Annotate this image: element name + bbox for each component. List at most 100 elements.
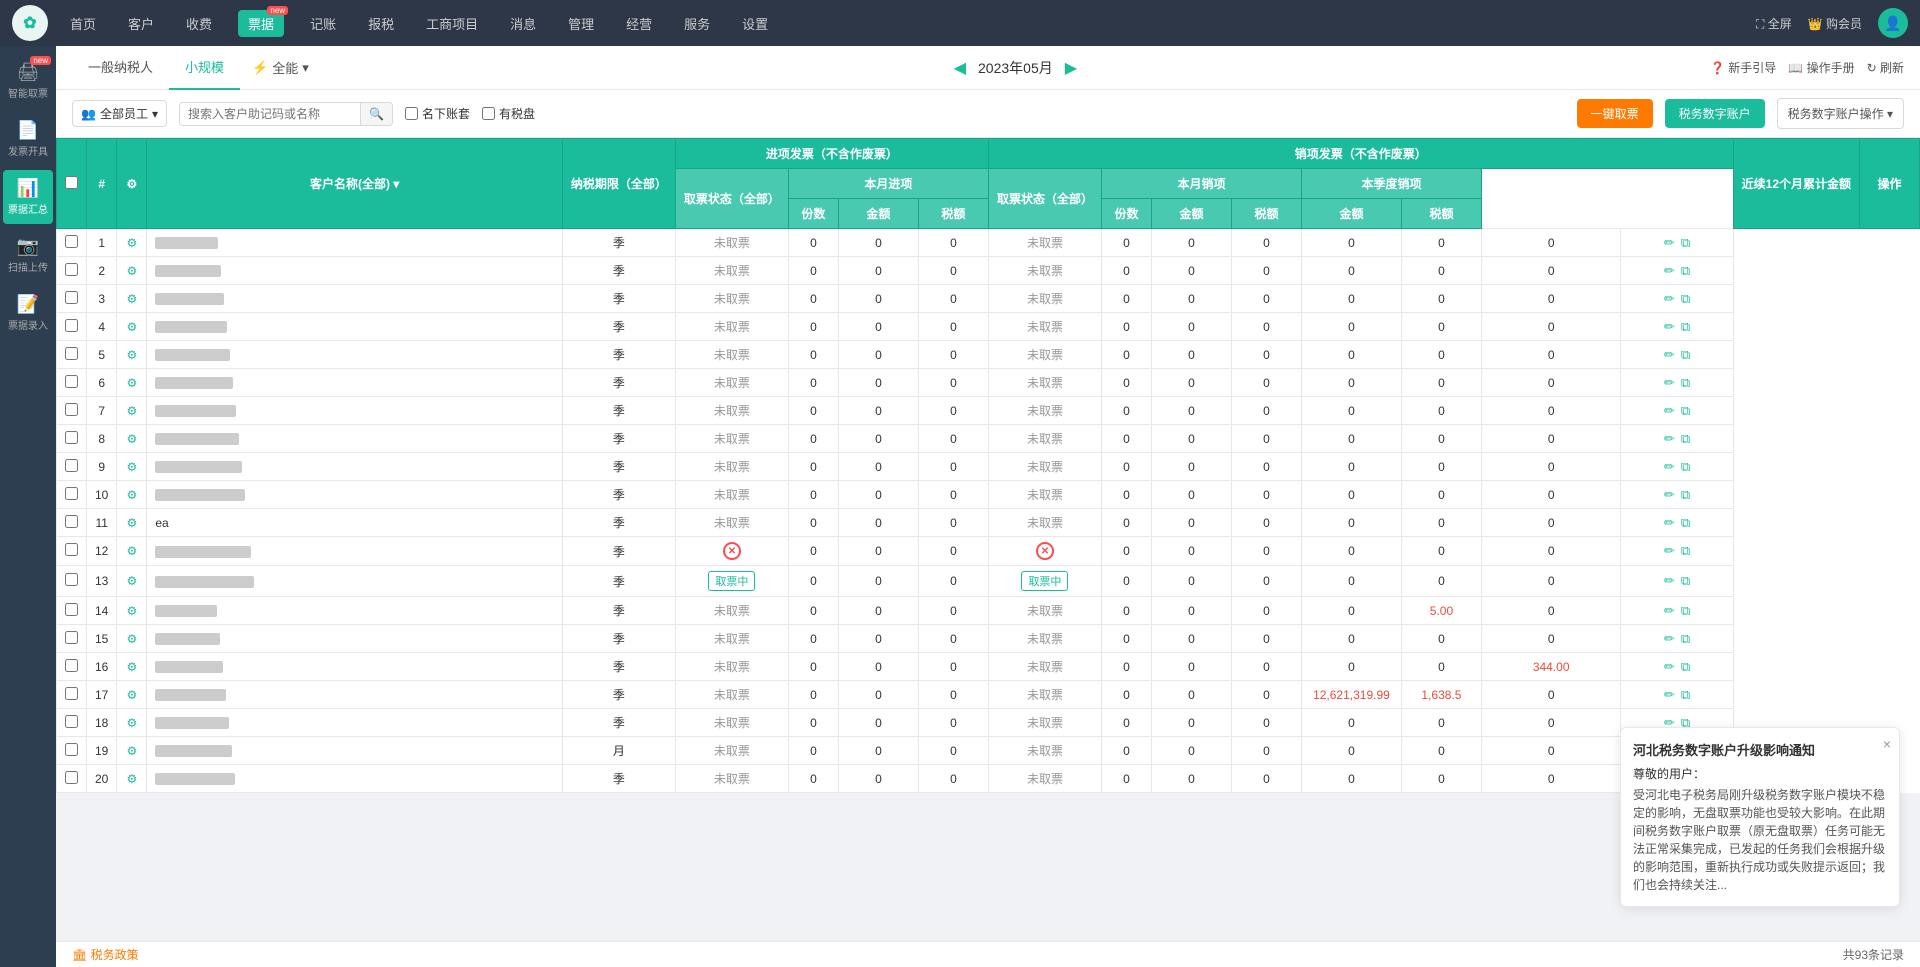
row-settings[interactable]: ⚙ [117,425,147,453]
row-out-status[interactable]: 未取票 [988,341,1101,369]
row-checkbox[interactable] [57,397,87,425]
sidebar-item-invoice-entry[interactable]: 📝 票据录入 [3,286,53,340]
copy-icon[interactable]: ⧉ [1681,631,1690,647]
nav-customer[interactable]: 客户 [122,10,160,37]
row-checkbox[interactable] [57,765,87,793]
nav-settings[interactable]: 设置 [736,10,774,37]
copy-icon[interactable]: ⧉ [1681,375,1690,391]
nav-invoice[interactable]: 票据 new [238,10,284,37]
fetch-invoice-btn[interactable]: 一键取票 [1577,99,1653,128]
row-in-status[interactable]: 未取票 [675,737,788,765]
nav-home[interactable]: 首页 [64,10,102,37]
row-in-status[interactable]: 未取票 [675,709,788,737]
row-checkbox[interactable] [57,653,87,681]
row-checkbox[interactable] [57,229,87,257]
row-out-status[interactable]: 未取票 [988,425,1101,453]
edit-icon[interactable]: ✏ [1664,515,1675,531]
row-settings[interactable]: ⚙ [117,257,147,285]
edit-icon[interactable]: ✏ [1664,375,1675,391]
sidebar-item-smart-invoice[interactable]: 🖨 智能取票 new [3,54,53,108]
row-in-status[interactable]: 未取票 [675,397,788,425]
manual-btn[interactable]: 📖 操作手册 [1788,59,1854,76]
row-settings[interactable]: ⚙ [117,737,147,765]
edit-icon[interactable]: ✏ [1664,459,1675,475]
edit-icon[interactable]: ✏ [1664,319,1675,335]
row-settings[interactable]: ⚙ [117,625,147,653]
row-in-status[interactable]: 未取票 [675,625,788,653]
checkbox-sub-account[interactable]: 名下账套 [405,105,470,122]
nav-business[interactable]: 工商项目 [420,10,484,37]
copy-icon[interactable]: ⧉ [1681,543,1690,559]
tab-small[interactable]: 小规模 [169,46,240,90]
edit-icon[interactable]: ✏ [1664,487,1675,503]
row-checkbox[interactable] [57,625,87,653]
row-out-status[interactable]: 未取票 [988,597,1101,625]
refresh-btn[interactable]: ↻ 刷新 [1867,59,1904,76]
row-checkbox[interactable] [57,481,87,509]
row-out-status[interactable]: 未取票 [988,313,1101,341]
select-all-checkbox[interactable] [65,176,78,189]
sales-fetch-status-header[interactable]: 取票状态（全部） [988,169,1101,229]
row-out-status[interactable]: 未取票 [988,397,1101,425]
row-in-status[interactable]: 未取票 [675,681,788,709]
row-in-status[interactable]: 未取票 [675,229,788,257]
edit-icon[interactable]: ✏ [1664,347,1675,363]
nav-message[interactable]: 消息 [504,10,542,37]
checkbox-tax-disk-input[interactable] [482,107,495,120]
employee-select[interactable]: 👥 全部员工 ▾ [72,100,167,127]
row-out-status[interactable]: 未取票 [988,257,1101,285]
row-checkbox[interactable] [57,425,87,453]
edit-icon[interactable]: ✏ [1664,659,1675,675]
copy-icon[interactable]: ⧉ [1681,403,1690,419]
row-in-status[interactable]: 未取票 [675,509,788,537]
copy-icon[interactable]: ⧉ [1681,263,1690,279]
row-settings[interactable]: ⚙ [117,653,147,681]
row-checkbox[interactable] [57,737,87,765]
row-out-status[interactable]: 未取票 [988,709,1101,737]
row-checkbox[interactable] [57,709,87,737]
search-button[interactable]: 🔍 [360,103,392,125]
row-in-status[interactable]: 未取票 [675,369,788,397]
row-settings[interactable]: ⚙ [117,285,147,313]
row-in-status[interactable]: 未取票 [675,425,788,453]
row-settings[interactable]: ⚙ [117,369,147,397]
copy-icon[interactable]: ⧉ [1681,347,1690,363]
copy-icon[interactable]: ⧉ [1681,659,1690,675]
col-name-header[interactable]: 客户名称(全部) ▾ [147,139,563,229]
row-out-status[interactable]: 未取票 [988,285,1101,313]
new-guide-btn[interactable]: ❓ 新手引导 [1710,59,1776,76]
sidebar-item-issue-invoice[interactable]: 📄 发票开具 [3,112,53,166]
row-settings[interactable]: ⚙ [117,313,147,341]
row-settings[interactable]: ⚙ [117,765,147,793]
row-out-status[interactable]: ✕ [988,537,1101,566]
tax-policy-link[interactable]: 🏛 税务政策 [72,946,139,963]
row-in-status[interactable]: 未取票 [675,597,788,625]
notification-close-btn[interactable]: × [1883,736,1891,752]
row-checkbox[interactable] [57,537,87,566]
row-out-status[interactable]: 取票中 [988,566,1101,597]
edit-icon[interactable]: ✏ [1664,603,1675,619]
copy-icon[interactable]: ⧉ [1681,487,1690,503]
row-settings[interactable]: ⚙ [117,537,147,566]
row-checkbox[interactable] [57,597,87,625]
row-checkbox[interactable] [57,313,87,341]
row-checkbox[interactable] [57,257,87,285]
copy-icon[interactable]: ⧉ [1681,459,1690,475]
copy-icon[interactable]: ⧉ [1681,431,1690,447]
row-in-status[interactable]: 未取票 [675,765,788,793]
nav-tax[interactable]: 报税 [362,10,400,37]
row-settings[interactable]: ⚙ [117,453,147,481]
copy-icon[interactable]: ⧉ [1681,291,1690,307]
col-checkbox-header[interactable] [57,139,87,229]
row-out-status[interactable]: 未取票 [988,765,1101,793]
row-checkbox[interactable] [57,369,87,397]
fullscreen-btn[interactable]: ⛶ 全屏 [1756,15,1792,32]
row-settings[interactable]: ⚙ [117,397,147,425]
copy-icon[interactable]: ⧉ [1681,603,1690,619]
row-checkbox[interactable] [57,453,87,481]
row-in-status[interactable]: 未取票 [675,653,788,681]
row-out-status[interactable]: 未取票 [988,453,1101,481]
row-in-status[interactable]: 未取票 [675,453,788,481]
nav-service[interactable]: 服务 [678,10,716,37]
copy-icon[interactable]: ⧉ [1681,573,1690,589]
